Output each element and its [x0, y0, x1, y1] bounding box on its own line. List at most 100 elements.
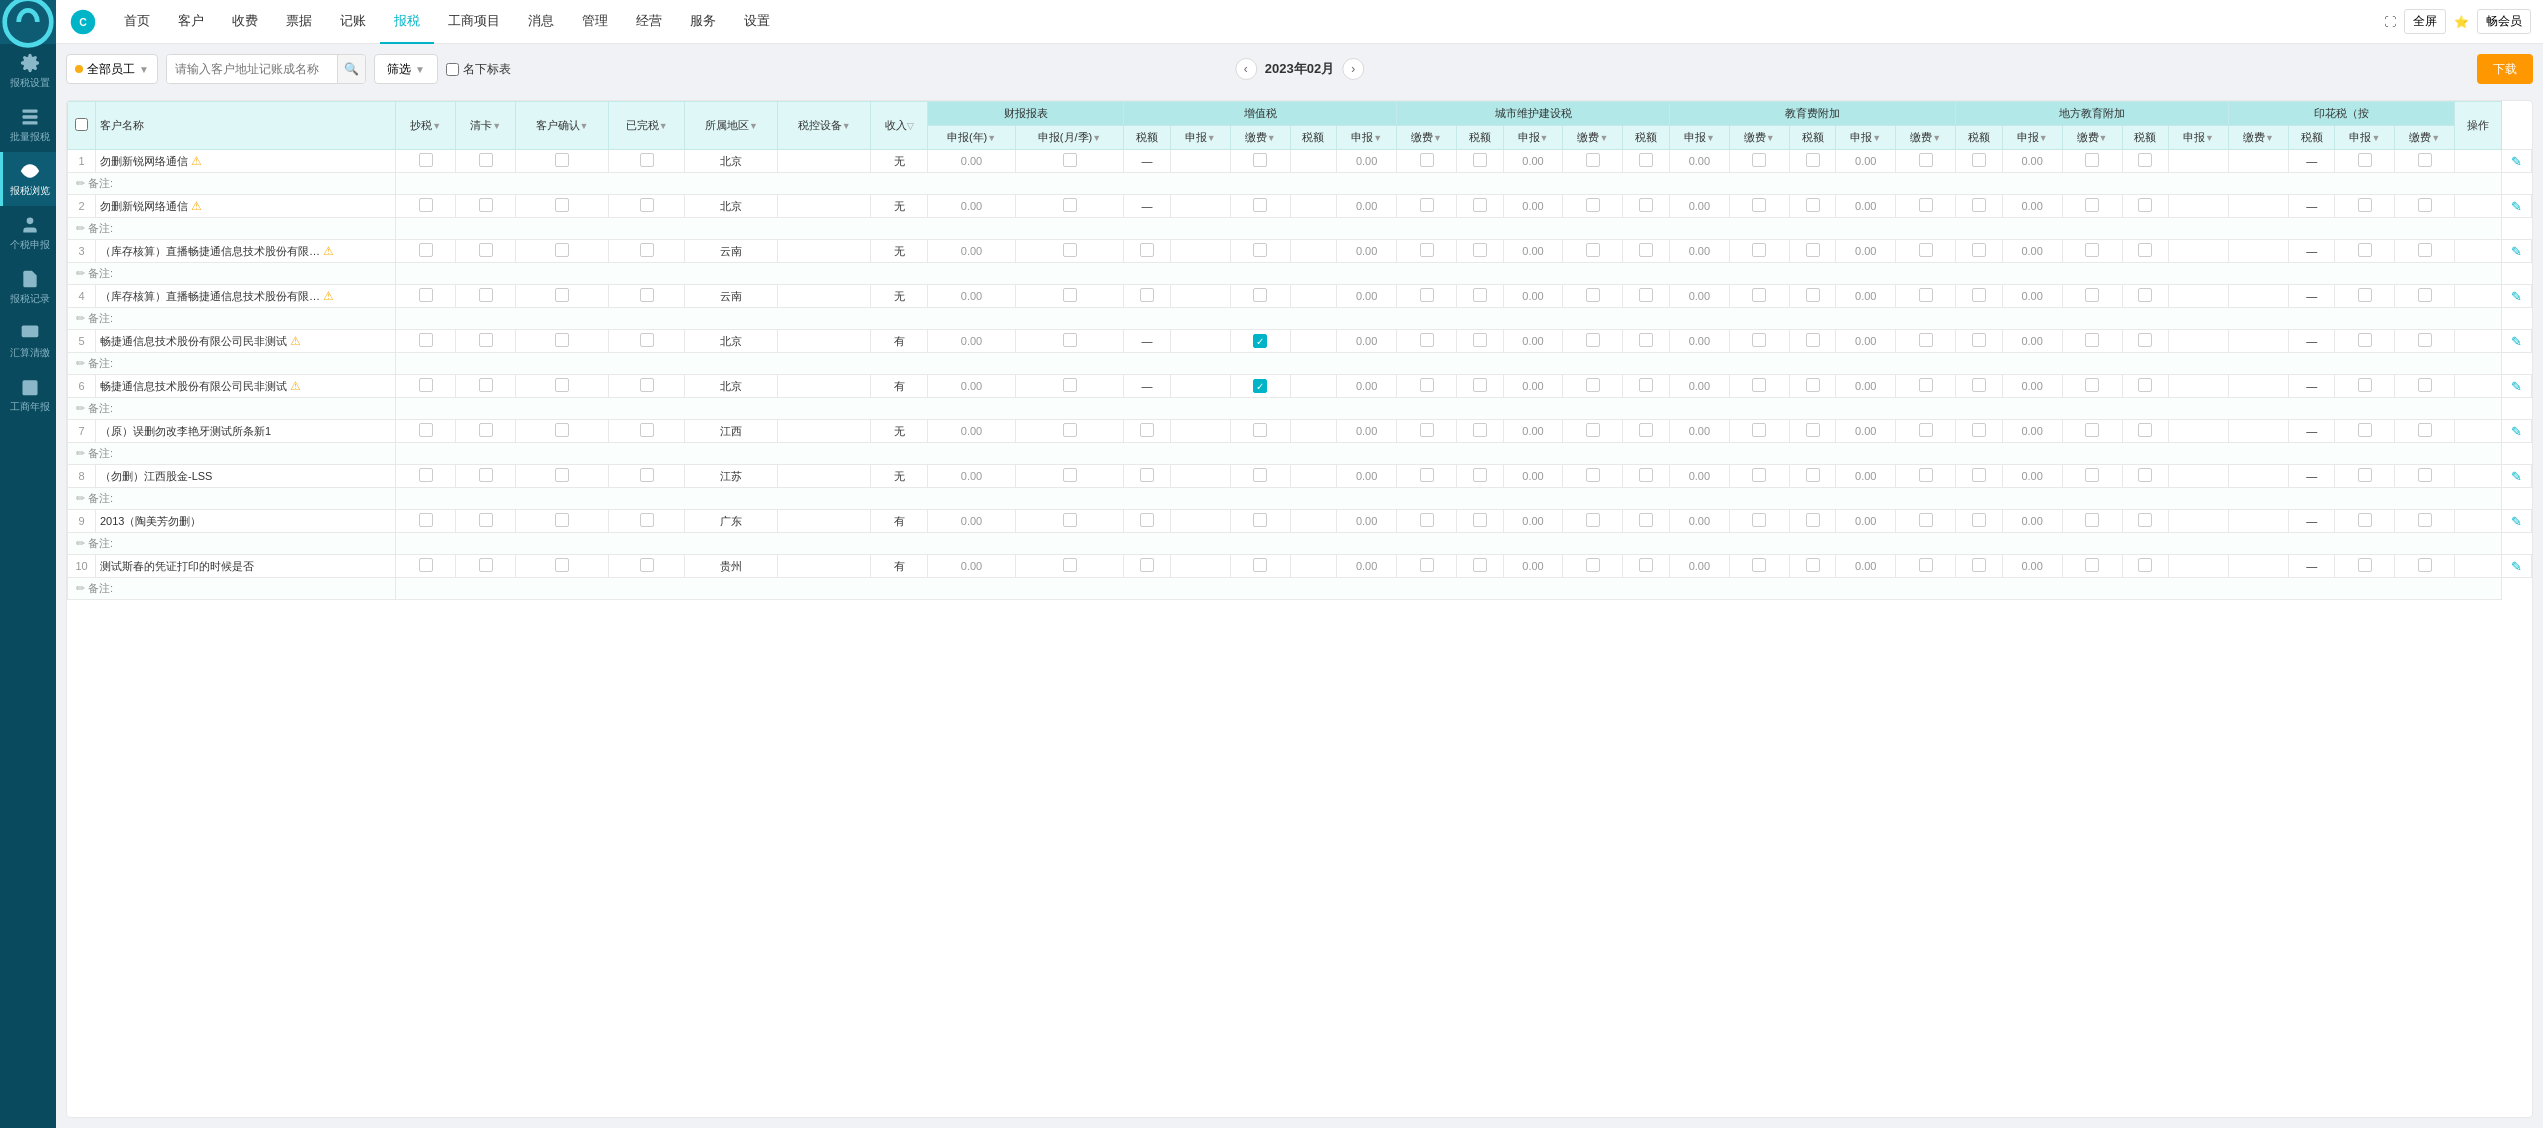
nav-item-manage[interactable]: 管理: [568, 0, 622, 44]
sidebar-item-huisuanqingjiao[interactable]: 汇算清缴: [0, 314, 56, 368]
nav-item-accounting[interactable]: 记账: [326, 0, 380, 44]
nav-item-invoice[interactable]: 票据: [272, 0, 326, 44]
localedu-tax: 0.00: [2002, 465, 2062, 488]
sidebar-item-piliangbaoshui[interactable]: 批量报税: [0, 98, 56, 152]
edu-tax: 0.00: [1836, 195, 1896, 218]
nav-item-operation[interactable]: 经营: [622, 0, 676, 44]
finance-month-cell: —: [1124, 330, 1171, 353]
sidebar-item-geshuishenbao[interactable]: 个税申报: [0, 206, 56, 260]
select-all-checkbox[interactable]: [75, 118, 88, 131]
vat-apply: [1230, 285, 1290, 308]
nav-item-business[interactable]: 工商项目: [434, 0, 514, 44]
sidebar-item-baoshuiliulan[interactable]: 报税浏览: [0, 152, 56, 206]
nav-item-home[interactable]: 首页: [110, 0, 164, 44]
chaoshui-cell: [396, 150, 456, 173]
stamp-pay: —: [2288, 420, 2335, 443]
stamp-pay2: [2455, 555, 2502, 578]
localedu-tax2: [2169, 375, 2229, 398]
action-cell[interactable]: ✎: [2501, 150, 2531, 173]
download-button[interactable]: 下载: [2477, 54, 2533, 84]
th-group-vat: 增值税: [1124, 102, 1397, 126]
action-cell[interactable]: ✎: [2501, 285, 2531, 308]
edu-apply: [1729, 510, 1789, 533]
check-label[interactable]: 名下标表: [446, 61, 511, 78]
edu-pay: [1789, 555, 1836, 578]
localedu-pay: [2122, 375, 2169, 398]
th-edu-apply: 申报▼: [1669, 126, 1729, 150]
region-cell: 北京: [685, 195, 778, 218]
city-pay2: [1623, 465, 1670, 488]
action-cell[interactable]: ✎: [2501, 240, 2531, 263]
stamp-apply: [2395, 150, 2455, 173]
action-cell[interactable]: ✎: [2501, 555, 2531, 578]
prev-month-button[interactable]: ‹: [1235, 58, 1257, 80]
table-container[interactable]: 客户名称 抄税▼ 清卡▼ 客户确认▼ 已完税▼ 所属地区▼ 税控设备▼ 收入▽ …: [66, 100, 2533, 1118]
edit-icon[interactable]: ✎: [2511, 289, 2522, 304]
confirm-cell: [516, 375, 609, 398]
nav-item-fees[interactable]: 收费: [218, 0, 272, 44]
filter-button[interactable]: 筛选 ▼: [374, 54, 438, 84]
city-pay2: [1623, 285, 1670, 308]
edit-icon[interactable]: ✎: [2511, 514, 2522, 529]
action-cell[interactable]: ✎: [2501, 195, 2531, 218]
check-input[interactable]: [446, 63, 459, 76]
search-input[interactable]: [167, 55, 337, 83]
action-cell[interactable]: ✎: [2501, 330, 2531, 353]
search-button[interactable]: 🔍: [337, 54, 365, 84]
edu-apply2: [1896, 555, 1956, 578]
stamp-pay2: [2455, 510, 2502, 533]
revenue-cell: 0.00: [928, 195, 1015, 218]
nav-item-customer[interactable]: 客户: [164, 0, 218, 44]
pencil-icon: ✏: [76, 267, 85, 279]
th-stamp-pay: 缴费▼: [2228, 126, 2288, 150]
vat-pay: [1290, 375, 1337, 398]
note-row: ✏ 备注:: [68, 578, 2532, 600]
nav-item-message[interactable]: 消息: [514, 0, 568, 44]
edit-icon[interactable]: ✎: [2511, 559, 2522, 574]
note-cell: ✏ 备注:: [68, 398, 396, 420]
finance-month-cell: —: [1124, 195, 1171, 218]
qingka-cell: [456, 420, 516, 443]
edu-apply: [1729, 285, 1789, 308]
edit-icon[interactable]: ✎: [2511, 424, 2522, 439]
nav-item-settings[interactable]: 设置: [730, 0, 784, 44]
edu-pay2: [1956, 420, 2003, 443]
edu-pay2: [1956, 510, 2003, 533]
action-cell[interactable]: ✎: [2501, 420, 2531, 443]
sidebar-item-baoshuijilu[interactable]: 报税记录: [0, 260, 56, 314]
edit-icon[interactable]: ✎: [2511, 379, 2522, 394]
edit-icon[interactable]: ✎: [2511, 244, 2522, 259]
localedu-tax: 0.00: [2002, 150, 2062, 173]
completed-cell: [608, 465, 684, 488]
fullscreen-button[interactable]: 全屏: [2404, 9, 2446, 34]
employee-filter[interactable]: 全部员工 ▼: [66, 54, 158, 84]
vat-apply: [1230, 555, 1290, 578]
edit-icon[interactable]: ✎: [2511, 334, 2522, 349]
edit-icon[interactable]: ✎: [2511, 469, 2522, 484]
th-income: 收入▽: [871, 102, 928, 150]
edu-pay2: [1956, 375, 2003, 398]
vip-button[interactable]: 畅会员: [2477, 9, 2531, 34]
th-city-apply: 申报▼: [1503, 126, 1563, 150]
edu-pay2: [1956, 240, 2003, 263]
city-pay: [1457, 465, 1504, 488]
edit-icon[interactable]: ✎: [2511, 154, 2522, 169]
stamp-tax: [2335, 375, 2395, 398]
localedu-apply: [2062, 420, 2122, 443]
action-cell[interactable]: ✎: [2501, 465, 2531, 488]
action-cell[interactable]: ✎: [2501, 510, 2531, 533]
th-city-tax2: 税额: [1623, 126, 1670, 150]
localedu-apply: [2062, 555, 2122, 578]
next-month-button[interactable]: ›: [1342, 58, 1364, 80]
sidebar-item-gongshangnianbao[interactable]: 工商年报: [0, 368, 56, 422]
finance-month-cell: [1124, 285, 1171, 308]
edu-apply: [1729, 420, 1789, 443]
toolbar-right: 下载: [2477, 54, 2533, 84]
sidebar-item-baoshuishezhi[interactable]: 报税设置: [0, 44, 56, 98]
nav-item-service[interactable]: 服务: [676, 0, 730, 44]
nav-item-tax[interactable]: 报税: [380, 0, 434, 44]
edit-icon[interactable]: ✎: [2511, 199, 2522, 214]
action-cell[interactable]: ✎: [2501, 375, 2531, 398]
vat-apply: [1230, 510, 1290, 533]
vat-tax1: [1170, 195, 1230, 218]
